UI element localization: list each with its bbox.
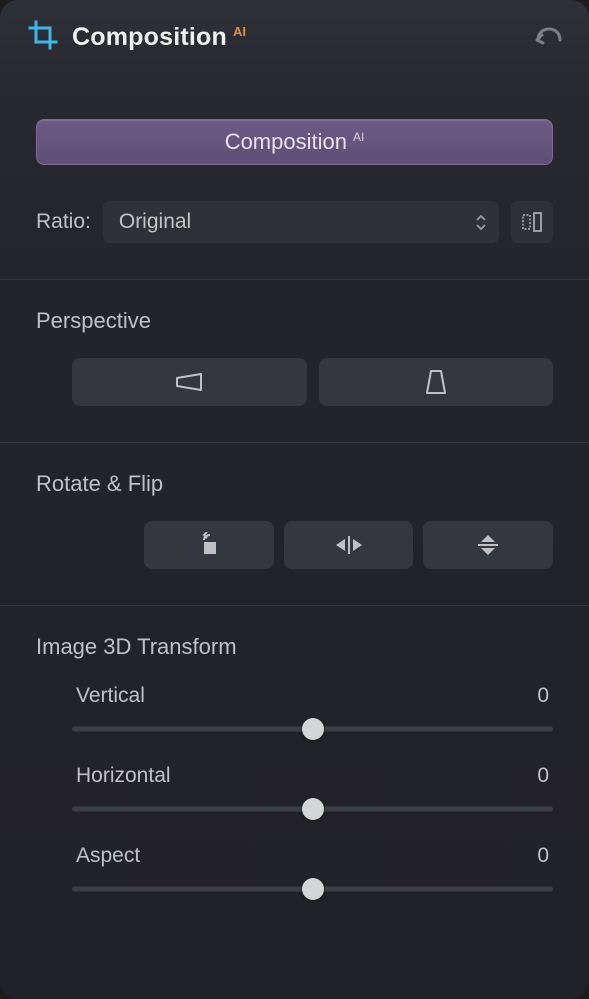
orientation-icon (520, 211, 544, 233)
flip-horizontal-button[interactable] (284, 521, 414, 569)
slider-value: 0 (537, 684, 549, 708)
slider-label: Vertical (76, 684, 145, 708)
ratio-row: Ratio: Original (36, 201, 553, 243)
section-3d-transform: Image 3D Transform Vertical 0 Horizontal… (0, 606, 589, 936)
flip-vertical-icon (476, 533, 500, 557)
slider-label: Horizontal (76, 764, 171, 788)
slider-thumb[interactable] (302, 718, 324, 740)
perspective-horizontal-icon (171, 370, 207, 394)
flip-vertical-button[interactable] (423, 521, 553, 569)
ratio-value: Original (119, 210, 191, 234)
slider-horizontal: Horizontal 0 (72, 764, 553, 820)
transform3d-title: Image 3D Transform (36, 634, 553, 660)
slider-thumb[interactable] (302, 878, 324, 900)
ai-badge: AI (233, 24, 246, 39)
slider-aspect: Aspect 0 (72, 844, 553, 900)
panel-header: Composition AI (0, 0, 589, 79)
perspective-vertical-icon (423, 367, 449, 397)
rotate-button[interactable] (144, 521, 274, 569)
composition-ai-button[interactable]: Composition AI (36, 119, 553, 165)
rotate-icon (196, 532, 222, 558)
rotate-flip-buttons (36, 521, 553, 569)
composition-panel: Composition AI Composition AI Ratio: Ori… (0, 0, 589, 999)
crop-icon (28, 20, 58, 55)
perspective-buttons (36, 358, 553, 406)
perspective-title: Perspective (36, 308, 553, 334)
slider-vertical: Vertical 0 (72, 684, 553, 740)
section-composition: Composition AI Ratio: Original (0, 79, 589, 280)
flip-horizontal-icon (334, 534, 364, 556)
ratio-select[interactable]: Original (103, 201, 499, 243)
perspective-horizontal-button[interactable] (72, 358, 307, 406)
panel-title: Composition (72, 23, 227, 52)
slider-value: 0 (537, 844, 549, 868)
perspective-vertical-button[interactable] (319, 358, 554, 406)
undo-button[interactable] (531, 21, 565, 55)
chevron-updown-icon (475, 215, 487, 230)
aspect-slider[interactable] (72, 878, 553, 900)
section-perspective: Perspective (0, 280, 589, 443)
slider-value: 0 (537, 764, 549, 788)
horizontal-slider[interactable] (72, 798, 553, 820)
composition-pill-ai: AI (353, 130, 364, 144)
slider-label: Aspect (76, 844, 140, 868)
orientation-toggle-button[interactable] (511, 201, 553, 243)
section-rotate-flip: Rotate & Flip (0, 443, 589, 606)
ratio-label: Ratio: (36, 210, 91, 234)
slider-thumb[interactable] (302, 798, 324, 820)
rotate-flip-title: Rotate & Flip (36, 471, 553, 497)
vertical-slider[interactable] (72, 718, 553, 740)
composition-pill-label: Composition (225, 129, 347, 155)
